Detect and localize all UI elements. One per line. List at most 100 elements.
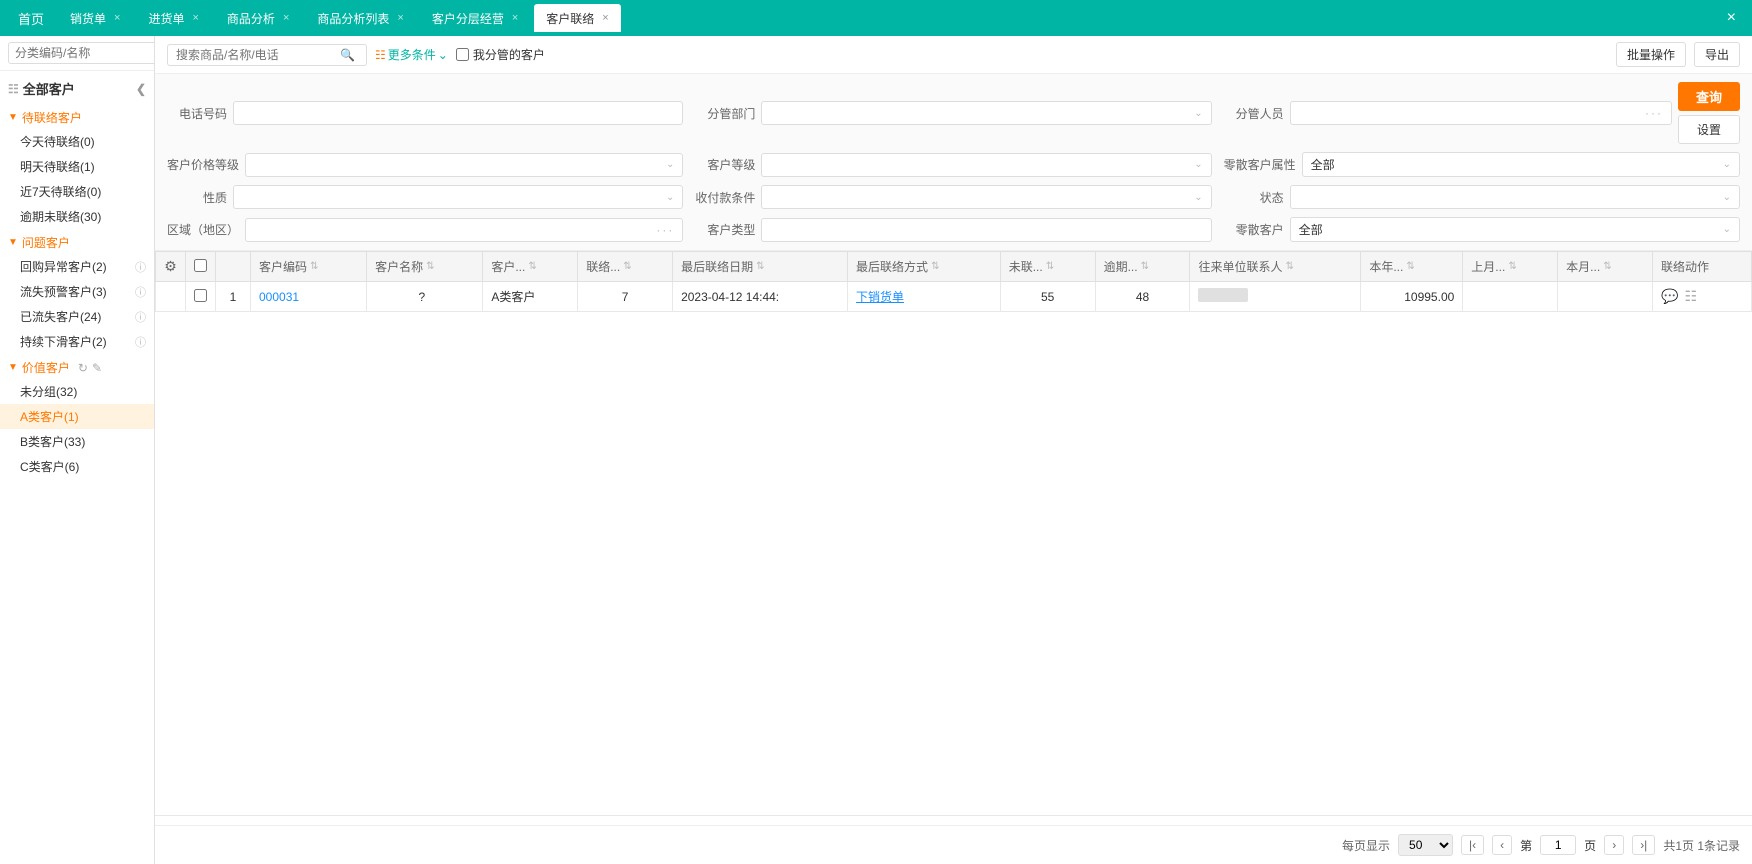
info-icon-3: ⓘ: [135, 309, 146, 325]
sort-prev-contact-icon[interactable]: ⇅: [1285, 261, 1293, 272]
qr-action-icon[interactable]: ☷: [1684, 288, 1697, 305]
sidebar-item-declining[interactable]: 持续下滑客户(2) ⓘ: [0, 329, 154, 354]
th-this-month-label: 本月...: [1566, 258, 1600, 275]
person-input[interactable]: ···: [1290, 101, 1672, 125]
batch-ops-button[interactable]: 批量操作: [1616, 42, 1686, 67]
filter-bar: 🔍 ☷ 更多条件 ⌄ 我分管的客户 批量操作 导出: [155, 36, 1752, 74]
sidebar-group-problem[interactable]: ▼ 问题客户: [0, 229, 154, 254]
sidebar-group-pending[interactable]: ▼ 待联络客户: [0, 104, 154, 129]
refresh-icon[interactable]: ↻: [78, 361, 88, 375]
nav-analysis[interactable]: 商品分析 ×: [215, 4, 301, 32]
td-not-contact: 55: [1000, 282, 1095, 312]
sidebar-item-ungrouped[interactable]: 未分组(32): [0, 379, 154, 404]
payment-select[interactable]: ⌄: [761, 185, 1211, 209]
region-input[interactable]: ···: [245, 218, 683, 242]
nav-purchase-close[interactable]: ×: [192, 12, 198, 24]
th-gear: ⚙: [156, 252, 186, 282]
sort-this-year-icon[interactable]: ⇅: [1406, 261, 1414, 272]
sidebar-item-repurchase-abnormal[interactable]: 回购异常客户(2) ⓘ: [0, 254, 154, 279]
next-page-button[interactable]: ›: [1604, 835, 1624, 855]
query-button[interactable]: 查询: [1678, 82, 1740, 111]
th-level-label: 客户...: [491, 258, 525, 275]
sidebar-item-b-class[interactable]: B类客户(33): [0, 429, 154, 454]
nature-select[interactable]: ⌄: [233, 185, 683, 209]
sidebar-group-value[interactable]: ▼ 价值客户 ↻ ✎: [0, 354, 154, 379]
nav-sales-close[interactable]: ×: [114, 12, 120, 24]
sidebar-item-a-class[interactable]: A类客户(1): [0, 404, 154, 429]
sidebar-item-churn-warning[interactable]: 流失预警客户(3) ⓘ: [0, 279, 154, 304]
sidebar-item-today[interactable]: 今天待联络(0): [0, 129, 154, 154]
nav-analysis-list[interactable]: 商品分析列表 ×: [305, 4, 415, 32]
more-conditions-button[interactable]: ☷ 更多条件 ⌄: [375, 46, 448, 63]
sort-overdue-icon[interactable]: ⇅: [1141, 261, 1149, 272]
message-action-icon[interactable]: 💬: [1661, 288, 1678, 305]
page-size-select[interactable]: 50 20 100: [1398, 834, 1453, 856]
value-group-label: 价值客户: [22, 359, 70, 376]
setting-button[interactable]: 设置: [1678, 115, 1740, 144]
nav-customer-segment-close[interactable]: ×: [512, 12, 518, 24]
sort-this-month-icon[interactable]: ⇅: [1603, 261, 1611, 272]
sort-last-method-icon[interactable]: ⇅: [931, 261, 939, 272]
dept-caret-icon: ⌄: [1194, 108, 1202, 119]
region-dots-icon: ···: [656, 223, 674, 237]
nav-customer-contact[interactable]: 客户联络 ×: [534, 4, 620, 32]
price-level-label: 客户价格等级: [167, 156, 239, 173]
sidebar-item-overdue[interactable]: 逾期未联络(30): [0, 204, 154, 229]
last-page-button[interactable]: ›|: [1632, 835, 1655, 855]
customer-level: A类客户: [491, 290, 535, 304]
sidebar-item-churned[interactable]: 已流失客户(24) ⓘ: [0, 304, 154, 329]
sidebar-item-c-class[interactable]: C类客户(6): [0, 454, 154, 479]
row-checkbox[interactable]: [194, 289, 207, 302]
status-select[interactable]: ⌄: [1290, 185, 1740, 209]
sort-name-icon[interactable]: ⇅: [426, 261, 434, 272]
window-close-button[interactable]: ×: [1719, 5, 1744, 31]
nav-customer-contact-close[interactable]: ×: [602, 12, 608, 24]
nav-analysis-list-close[interactable]: ×: [397, 12, 403, 24]
status-label: 状态: [1224, 189, 1284, 206]
sort-not-contact-icon[interactable]: ⇅: [1046, 261, 1054, 272]
nav-home[interactable]: 首页: [8, 4, 54, 32]
nav-analysis-close[interactable]: ×: [283, 12, 289, 24]
customer-code[interactable]: 000031: [259, 290, 299, 304]
sort-last-date-icon[interactable]: ⇅: [756, 261, 764, 272]
select-all-checkbox[interactable]: [194, 259, 207, 272]
nav-purchase[interactable]: 进货单 ×: [136, 4, 210, 32]
nav-customer-segment[interactable]: 客户分层经营 ×: [420, 4, 530, 32]
filter-row-phone: 电话号码: [167, 82, 683, 144]
retail-attr-select[interactable]: 全部⌄: [1302, 152, 1740, 177]
sort-last-month-icon[interactable]: ⇅: [1508, 261, 1516, 272]
edit-value-icon[interactable]: ✎: [92, 361, 102, 375]
customer-type-input[interactable]: [761, 218, 1211, 242]
page-label: 第: [1520, 837, 1532, 854]
filter-search-input[interactable]: [176, 48, 336, 62]
th-prev-contact: 往来单位联系人 ⇅: [1190, 252, 1361, 282]
sidebar-search-input[interactable]: [8, 42, 155, 64]
last-contact-method[interactable]: 下销货单: [856, 290, 904, 304]
customer-level-select[interactable]: ⌄: [761, 153, 1211, 177]
sort-code-icon[interactable]: ⇅: [310, 261, 318, 272]
problem-arrow-icon: ▼: [8, 237, 18, 248]
phone-input[interactable]: [233, 101, 683, 125]
first-page-button[interactable]: |‹: [1461, 835, 1484, 855]
horizontal-scrollbar[interactable]: [155, 815, 1752, 825]
dept-select[interactable]: ⌄: [761, 101, 1211, 125]
table-gear-icon[interactable]: ⚙: [164, 258, 177, 274]
sort-level-icon[interactable]: ⇅: [528, 261, 536, 272]
sidebar-item-7days[interactable]: 近7天待联络(0): [0, 179, 154, 204]
all-customers-label[interactable]: 全部客户: [23, 79, 75, 98]
sidebar-collapse-icon[interactable]: ❮: [136, 82, 146, 96]
filter-row-price-level: 客户价格等级 ⌄: [167, 152, 683, 177]
filter-search-icon[interactable]: 🔍: [340, 48, 355, 62]
sort-contact-icon[interactable]: ⇅: [623, 261, 631, 272]
td-prev-contact: [1190, 282, 1361, 312]
export-button[interactable]: 导出: [1694, 42, 1740, 67]
my-customers-checkbox-wrapper[interactable]: 我分管的客户: [456, 46, 545, 63]
sidebar-item-tomorrow[interactable]: 明天待联络(1): [0, 154, 154, 179]
nav-sales[interactable]: 销货单 ×: [58, 4, 132, 32]
phone-label: 电话号码: [167, 105, 227, 122]
retail-customer-select[interactable]: 全部⌄: [1290, 217, 1740, 242]
prev-page-button[interactable]: ‹: [1492, 835, 1512, 855]
price-level-select[interactable]: ⌄: [245, 153, 683, 177]
page-number-input[interactable]: [1540, 835, 1576, 855]
my-customers-checkbox[interactable]: [456, 48, 469, 61]
